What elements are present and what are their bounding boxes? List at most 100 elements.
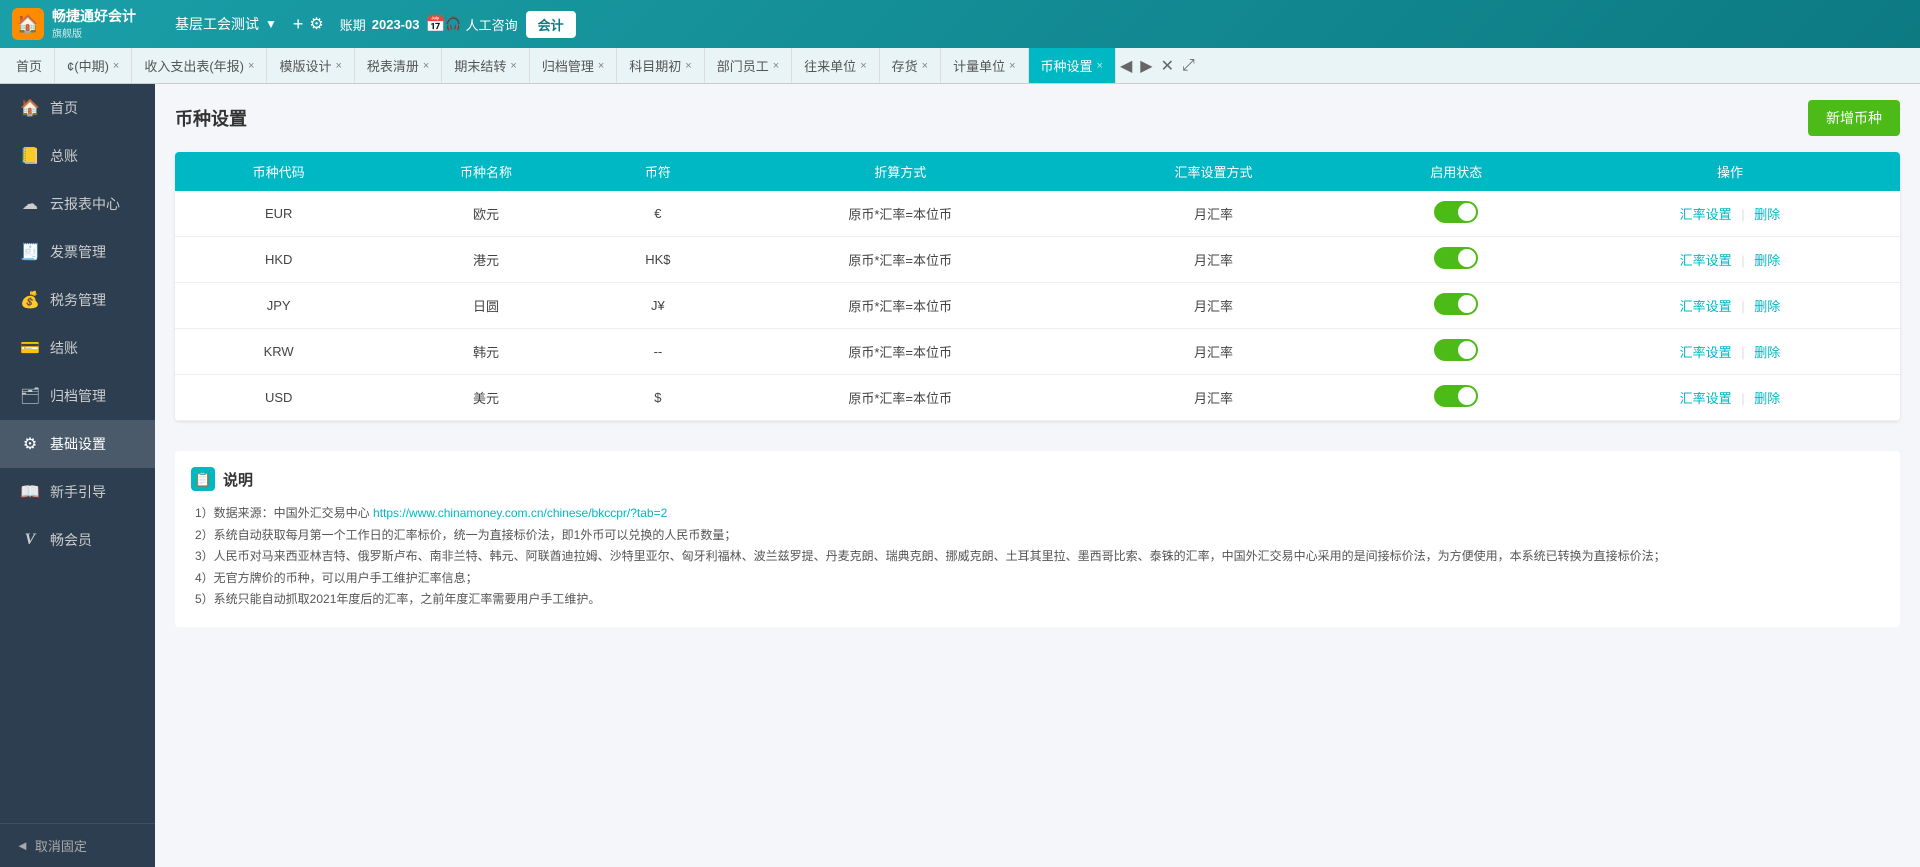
page-content: 币种设置 新增币种 币种代码 币种名称 币符 折算方式 汇率设置方式 启用状态 …	[155, 84, 1920, 867]
cell-code-4: USD	[175, 375, 382, 421]
rate-setting-link-2[interactable]: 汇率设置	[1680, 299, 1732, 314]
tab-cunkuo-close[interactable]: ×	[922, 60, 928, 72]
cell-ratemethod-2: 月汇率	[1074, 283, 1352, 329]
tab-shuibiao[interactable]: 税表清册 ×	[355, 48, 442, 83]
toggle-0[interactable]	[1434, 201, 1478, 223]
tab-zhongqi-close[interactable]: ×	[113, 60, 119, 72]
cell-ratemethod-1: 月汇率	[1074, 237, 1352, 283]
tab-prev-icon[interactable]: ◀	[1116, 56, 1136, 76]
sidebar-pin-toggle[interactable]: ◄ 取消固定	[0, 823, 155, 867]
tab-home[interactable]: 首页	[4, 48, 55, 83]
table-row: KRW 韩元 -- 原币*汇率=本位币 月汇率 汇率设置 | 删除	[175, 329, 1900, 375]
calendar-icon[interactable]: 📅	[425, 14, 445, 34]
tab-kemuqichu[interactable]: 科目期初 ×	[617, 48, 704, 83]
rate-setting-link-1[interactable]: 汇率设置	[1680, 253, 1732, 268]
sidebar-item-reports[interactable]: ☁ 云报表中心	[0, 180, 155, 228]
settlement-icon: 💳	[20, 338, 40, 358]
toggle-1[interactable]	[1434, 247, 1478, 269]
col-calc: 折算方式	[726, 152, 1074, 191]
action-sep-1: |	[1741, 253, 1744, 268]
tab-bumen-close[interactable]: ×	[773, 60, 779, 72]
sidebar-item-invoice[interactable]: 🧾 发票管理	[0, 228, 155, 276]
sidebar-item-archive[interactable]: 🗂 归档管理	[0, 372, 155, 420]
table-row: HKD 港元 HK$ 原币*汇率=本位币 月汇率 汇率设置 | 删除	[175, 237, 1900, 283]
cell-actions-1: 汇率设置 | 删除	[1560, 237, 1900, 283]
new-currency-button[interactable]: 新增币种	[1808, 100, 1900, 136]
tab-shouru[interactable]: 收入支出表(年报) ×	[132, 48, 267, 83]
tab-wanglai[interactable]: 往来单位 ×	[792, 48, 879, 83]
sidebar-item-settlement[interactable]: 💳 结账	[0, 324, 155, 372]
tab-cunkuo[interactable]: 存货 ×	[880, 48, 941, 83]
tab-shuibiao-close[interactable]: ×	[423, 60, 429, 72]
delete-link-3[interactable]: 删除	[1754, 345, 1780, 360]
toggle-2[interactable]	[1434, 293, 1478, 315]
notes-link[interactable]: https://www.chinamoney.com.cn/chinese/bk…	[373, 506, 667, 520]
tab-zhongqi[interactable]: ¢(中期) ×	[55, 48, 132, 83]
cell-calc-3: 原币*汇率=本位币	[726, 329, 1074, 375]
cell-symbol-2: J¥	[590, 283, 726, 329]
tab-jiliang-close[interactable]: ×	[1009, 60, 1015, 72]
col-actions: 操作	[1560, 152, 1900, 191]
tab-shouru-close[interactable]: ×	[248, 60, 254, 72]
tab-wanglai-label: 往来单位	[804, 56, 856, 75]
sidebar-item-home[interactable]: 🏠 首页	[0, 84, 155, 132]
action-sep-2: |	[1741, 299, 1744, 314]
tab-bumen-label: 部门员工	[717, 56, 769, 75]
tab-next-icon[interactable]: ▶	[1136, 56, 1156, 76]
tab-qimo-close[interactable]: ×	[510, 60, 516, 72]
cell-symbol-1: HK$	[590, 237, 726, 283]
tab-guidang[interactable]: 归档管理 ×	[530, 48, 617, 83]
delete-link-1[interactable]: 删除	[1754, 253, 1780, 268]
rate-setting-link-3[interactable]: 汇率设置	[1680, 345, 1732, 360]
company-selector[interactable]: 基层工会测试 ▼	[167, 10, 285, 38]
support-button[interactable]: 🎧 人工咨询	[445, 15, 517, 34]
tab-bumen[interactable]: 部门员工 ×	[705, 48, 792, 83]
notes-title: 📋 说明	[191, 467, 1884, 491]
logo-text: 畅捷通好会计	[52, 8, 136, 25]
toggle-3[interactable]	[1434, 339, 1478, 361]
pin-label: 取消固定	[35, 836, 87, 855]
tab-qimo-label: 期末结转	[454, 56, 506, 75]
settings-gear-icon[interactable]: ⚙	[309, 14, 323, 34]
notes-title-label: 说明	[223, 469, 253, 490]
page-title-row: 币种设置 新增币种	[175, 100, 1900, 136]
cell-status-0	[1353, 191, 1560, 237]
tab-expand-icon[interactable]: ⤢	[1178, 57, 1199, 75]
rate-setting-link-0[interactable]: 汇率设置	[1680, 207, 1732, 222]
delete-link-2[interactable]: 删除	[1754, 299, 1780, 314]
tab-bizhong[interactable]: 币种设置 ×	[1029, 48, 1116, 83]
tab-moban-close[interactable]: ×	[335, 60, 341, 72]
tab-bizhong-close[interactable]: ×	[1097, 60, 1103, 72]
sidebar-item-settings[interactable]: ⚙ 基础设置	[0, 420, 155, 468]
sidebar-item-guide[interactable]: 📖 新手引导	[0, 468, 155, 516]
delete-link-0[interactable]: 删除	[1754, 207, 1780, 222]
kuaiji-button[interactable]: 会计	[526, 11, 576, 38]
action-sep-4: |	[1741, 391, 1744, 406]
cell-calc-1: 原币*汇率=本位币	[726, 237, 1074, 283]
toggle-4[interactable]	[1434, 385, 1478, 407]
add-tab-icon[interactable]: +	[293, 14, 304, 35]
cell-code-0: EUR	[175, 191, 382, 237]
tab-kemuqichu-close[interactable]: ×	[685, 60, 691, 72]
cell-status-1	[1353, 237, 1560, 283]
sidebar-item-member[interactable]: V 畅会员	[0, 516, 155, 564]
cell-name-2: 日圆	[382, 283, 589, 329]
period-info: 账期 2023-03 📅	[340, 14, 446, 34]
tab-moban[interactable]: 模版设计 ×	[267, 48, 354, 83]
sidebar-member-label: 畅会员	[50, 530, 92, 550]
tab-wanglai-close[interactable]: ×	[860, 60, 866, 72]
sidebar-item-ledger[interactable]: 📒 总账	[0, 132, 155, 180]
sidebar-item-tax[interactable]: 💰 税务管理	[0, 276, 155, 324]
cell-symbol-0: €	[590, 191, 726, 237]
logo-icon: 🏠	[12, 8, 44, 40]
tab-guidang-close[interactable]: ×	[598, 60, 604, 72]
delete-link-4[interactable]: 删除	[1754, 391, 1780, 406]
cell-status-3	[1353, 329, 1560, 375]
tab-close-all-icon[interactable]: ✕	[1157, 56, 1178, 76]
content-area: 币种设置 新增币种 币种代码 币种名称 币符 折算方式 汇率设置方式 启用状态 …	[155, 84, 1920, 867]
tab-jiliang-label: 计量单位	[953, 56, 1005, 75]
rate-setting-link-4[interactable]: 汇率设置	[1680, 391, 1732, 406]
tab-jiliang[interactable]: 计量单位 ×	[941, 48, 1028, 83]
tab-qimo[interactable]: 期末结转 ×	[442, 48, 529, 83]
pin-icon: ◄	[16, 838, 29, 853]
